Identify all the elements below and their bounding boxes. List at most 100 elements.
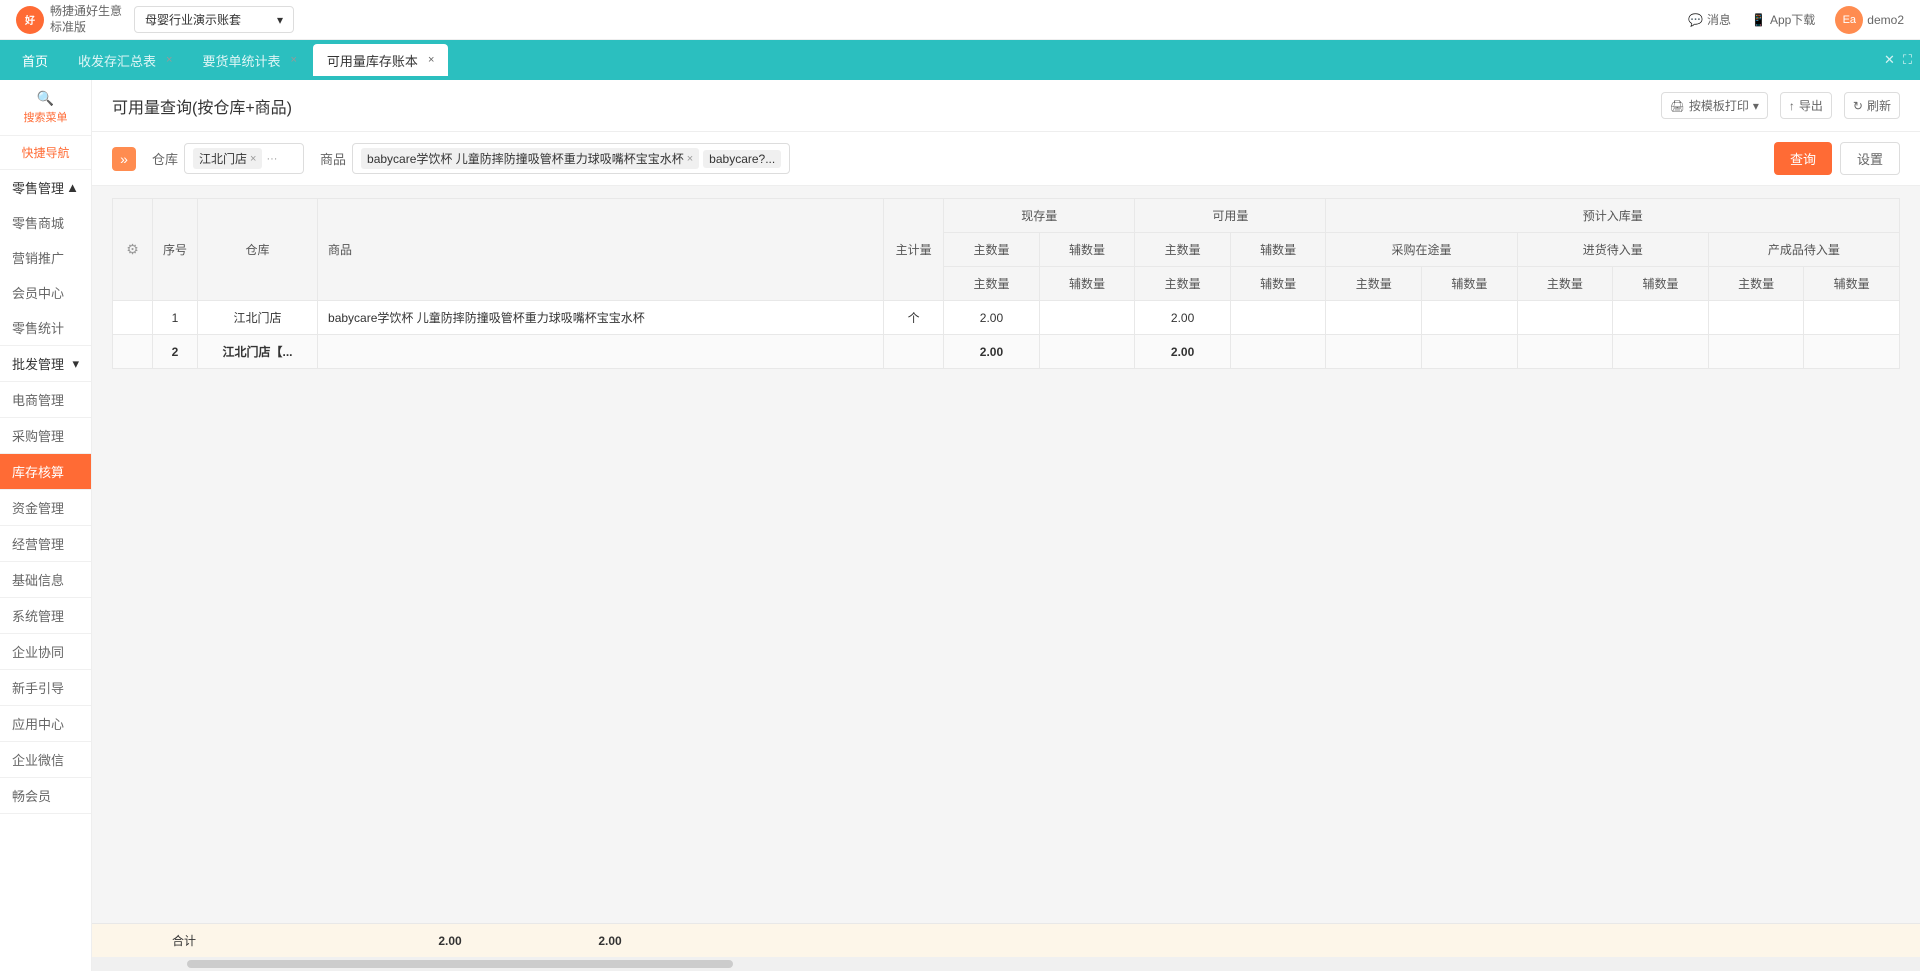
- sidebar-item-ecom[interactable]: 电商管理: [0, 382, 91, 417]
- th-cs-aux: 辅数量: [1039, 267, 1135, 301]
- sidebar-section-wholesale-label[interactable]: 批发管理 ▾: [0, 346, 91, 381]
- chevron-down-icon: ▾: [277, 13, 283, 27]
- th-num: 序号: [153, 199, 198, 301]
- filter-toggle-button[interactable]: »: [112, 147, 136, 171]
- sidebar-item-member[interactable]: 畅会员: [0, 778, 91, 813]
- sidebar-item-retail-mall[interactable]: 零售商城: [0, 205, 91, 240]
- sidebar-item-purchase[interactable]: 采购管理: [0, 418, 91, 453]
- tab-controls: ✕ ⛶: [1884, 52, 1912, 68]
- print-template-button[interactable]: 🖨 按模板打印 ▾: [1661, 92, 1768, 119]
- sidebar-item-newbie[interactable]: 新手引导: [0, 670, 91, 705]
- product-input[interactable]: babycare学饮杯 儿童防摔防撞吸管杯重力球吸嘴杯宝宝水杯 × babyca…: [352, 143, 790, 174]
- search-icon: 🔍: [8, 90, 83, 107]
- row2-available-main: 2.00: [1135, 335, 1231, 369]
- filter-bar: » 仓库 江北门店 × ··· 商品 babycare学饮杯 儿童防摔防撞吸管杯…: [92, 132, 1920, 186]
- th-unit: 主计量: [884, 199, 944, 301]
- industry-selector[interactable]: 母婴行业演示账套 ▾: [134, 6, 294, 33]
- sidebar-item-operation[interactable]: 经营管理: [0, 526, 91, 561]
- product-tag-2: babycare?...: [703, 150, 781, 168]
- refresh-button[interactable]: ↻ 刷新: [1844, 92, 1900, 119]
- row2-inc-aux: [1613, 335, 1709, 369]
- horizontal-scrollbar[interactable]: [92, 957, 1920, 971]
- row1-inc-main: [1517, 301, 1613, 335]
- sidebar-item-enterprise[interactable]: 企业协同: [0, 634, 91, 669]
- row2-proc-aux: [1422, 335, 1518, 369]
- sidebar: 🔍 搜索菜单 快捷导航 零售管理 ▲ 零售商城 营销推广 会员中心 零售统计 批…: [0, 80, 92, 971]
- th-incoming: 进货待入量: [1517, 233, 1708, 267]
- query-button[interactable]: 查询: [1774, 142, 1832, 175]
- sidebar-section-ecom: 电商管理: [0, 382, 91, 418]
- sidebar-item-retail-stats[interactable]: 零售统计: [0, 310, 91, 345]
- close-tab-available-inventory[interactable]: ×: [428, 54, 434, 66]
- th-inc-main: 主数量: [1517, 267, 1613, 301]
- th-available-aux: 辅数量: [1230, 233, 1326, 267]
- settings-button[interactable]: 设置: [1840, 142, 1900, 175]
- avatar: Ea: [1835, 6, 1863, 34]
- tab-order-summary[interactable]: 要货单统计表 ×: [188, 44, 310, 76]
- tab-available-inventory[interactable]: 可用量库存账本 ×: [313, 44, 448, 76]
- row2-product: [318, 335, 884, 369]
- sidebar-item-inventory[interactable]: 库存核算: [0, 454, 91, 489]
- row1-available-aux: [1230, 301, 1326, 335]
- page-actions: 🖨 按模板打印 ▾ ↑ 导出 ↻ 刷新: [1661, 92, 1900, 119]
- filter-product: 商品 babycare学饮杯 儿童防摔防撞吸管杯重力球吸嘴杯宝宝水杯 × bab…: [320, 143, 790, 174]
- message-button[interactable]: 💬 消息: [1688, 11, 1731, 28]
- row2-proc-main: [1326, 335, 1422, 369]
- row2-num: 2: [153, 335, 198, 369]
- sidebar-quick-nav[interactable]: 快捷导航: [0, 136, 91, 170]
- footer-total-label: 合计: [112, 932, 350, 949]
- row1-warehouse: 江北门店: [198, 301, 318, 335]
- th-planned-in: 预计入库量: [1326, 199, 1900, 233]
- close-tab-order-summary[interactable]: ×: [290, 54, 296, 66]
- sidebar-item-system[interactable]: 系统管理: [0, 598, 91, 633]
- row2-warehouse: 江北门店【...: [198, 335, 318, 369]
- th-settings[interactable]: ⚙: [113, 199, 153, 301]
- main-layout: 🔍 搜索菜单 快捷导航 零售管理 ▲ 零售商城 营销推广 会员中心 零售统计 批…: [0, 80, 1920, 971]
- sidebar-item-wechat[interactable]: 企业微信: [0, 742, 91, 777]
- footer-current-total: 2.00: [410, 934, 490, 948]
- sidebar-section-operation: 经营管理: [0, 526, 91, 562]
- scrollbar-thumb[interactable]: [187, 960, 733, 968]
- filter-actions: 查询 设置: [1774, 142, 1900, 175]
- th-product: 商品: [318, 199, 884, 301]
- sidebar-section-newbie: 新手引导: [0, 670, 91, 706]
- warehouse-input[interactable]: 江北门店 × ···: [184, 143, 304, 174]
- row1-available-main: 2.00: [1135, 301, 1231, 335]
- row1-current-main: 2.00: [944, 301, 1040, 335]
- filter-warehouse: 仓库 江北门店 × ···: [152, 143, 304, 174]
- th-inc-aux: 辅数量: [1613, 267, 1709, 301]
- sidebar-item-finance[interactable]: 资金管理: [0, 490, 91, 525]
- close-all-tabs-icon[interactable]: ✕: [1884, 52, 1895, 68]
- remove-product-tag-1[interactable]: ×: [687, 153, 693, 165]
- chevron-icon: ▲: [66, 180, 79, 195]
- tab-home[interactable]: 首页: [8, 44, 62, 76]
- sidebar-section-appcenter: 应用中心: [0, 706, 91, 742]
- tab-receive-summary[interactable]: 收发存汇总表 ×: [64, 44, 186, 76]
- th-available-main: 主数量: [1135, 233, 1231, 267]
- close-tab-receive-summary[interactable]: ×: [166, 54, 172, 66]
- fullscreen-icon[interactable]: ⛶: [1903, 52, 1912, 68]
- row1-prod-aux: [1804, 301, 1900, 335]
- export-button[interactable]: ↑ 导出: [1780, 92, 1832, 119]
- export-icon: ↑: [1789, 99, 1795, 113]
- sidebar-item-basic[interactable]: 基础信息: [0, 562, 91, 597]
- row1-inc-aux: [1613, 301, 1709, 335]
- table-row: 1 江北门店 babycare学饮杯 儿童防摔防撞吸管杯重力球吸嘴杯宝宝水杯 个…: [113, 301, 1900, 335]
- sidebar-item-marketing[interactable]: 营销推广: [0, 240, 91, 275]
- page-title: 可用量查询(按仓库+商品): [112, 94, 292, 118]
- nav-tabs: 首页 收发存汇总表 × 要货单统计表 × 可用量库存账本 × ✕ ⛶: [0, 40, 1920, 80]
- table-container: ⚙ 序号 仓库 商品 主计量 现存量 可用量 预计入库量 主数量 辅数量 主数量: [92, 186, 1920, 923]
- more-warehouses[interactable]: ···: [266, 153, 277, 165]
- sidebar-search[interactable]: 🔍 搜索菜单: [0, 80, 91, 136]
- th-av-aux: 辅数量: [1230, 267, 1326, 301]
- remove-warehouse-tag[interactable]: ×: [250, 153, 256, 165]
- warehouse-tag: 江北门店 ×: [193, 148, 262, 169]
- user-menu[interactable]: Ea demo2: [1835, 6, 1904, 34]
- sidebar-section-retail-label[interactable]: 零售管理 ▲: [0, 170, 91, 205]
- app-download-button[interactable]: 📱 App下载: [1751, 11, 1815, 28]
- top-bar: 好 畅捷通好生意 标准版 母婴行业演示账套 ▾ 💬 消息 📱 App下载 Ea …: [0, 0, 1920, 40]
- sidebar-item-appcenter[interactable]: 应用中心: [0, 706, 91, 741]
- sidebar-section-finance: 资金管理: [0, 490, 91, 526]
- row1-prod-main: [1708, 301, 1804, 335]
- sidebar-item-member-center[interactable]: 会员中心: [0, 275, 91, 310]
